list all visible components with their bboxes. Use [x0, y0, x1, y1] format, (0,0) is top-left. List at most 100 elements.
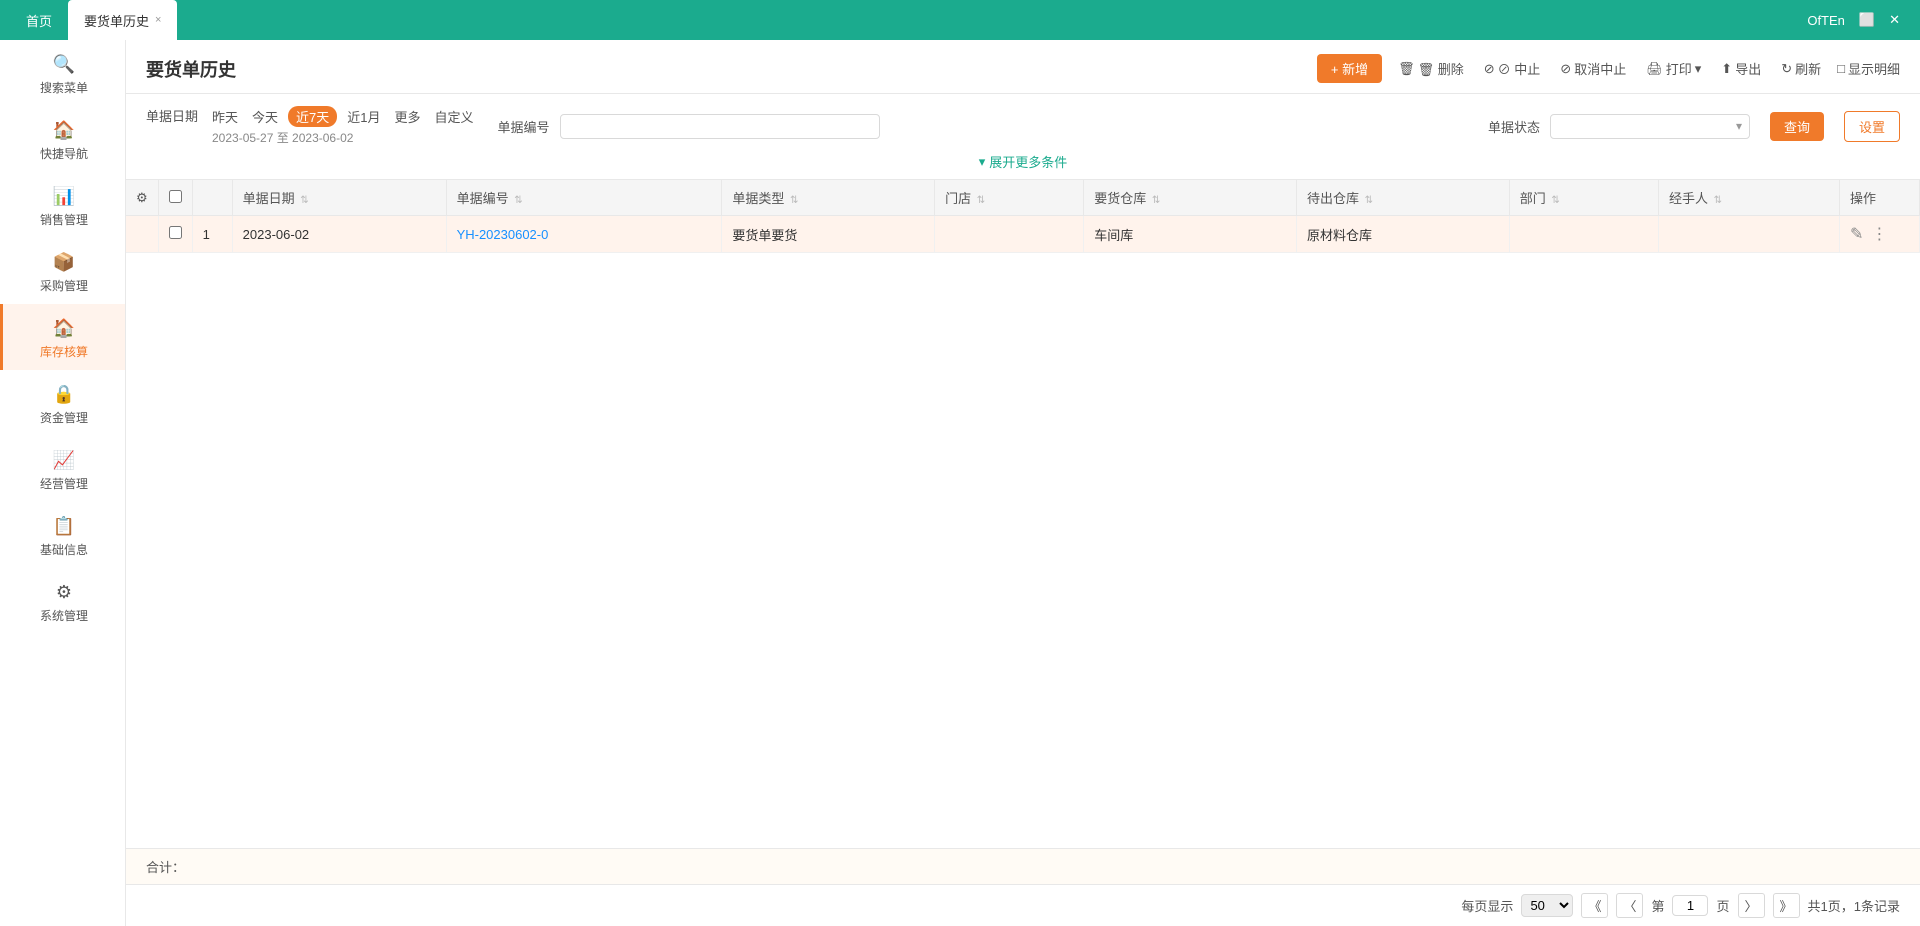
page-size-select[interactable]: 10 20 50 100	[1521, 894, 1573, 917]
display-cell-button[interactable]: □ 显示明细	[1837, 59, 1900, 78]
row-department	[1509, 216, 1658, 253]
col-doc-no: 单据编号 ⇅	[446, 180, 722, 216]
row-doc-type: 要货单要货	[722, 216, 935, 253]
sidebar-item-asset-mgmt[interactable]: 🔒 资金管理	[0, 370, 125, 436]
col-department-sort[interactable]: ⇅	[1551, 195, 1559, 206]
query-button[interactable]: 查询	[1770, 112, 1824, 141]
quick-nav-icon: 🏠	[53, 120, 75, 141]
sidebar-item-inventory-calc-label: 库存核算	[40, 343, 88, 360]
table-settings-icon[interactable]: ⚙	[136, 190, 148, 205]
sidebar: 🔍 搜索菜单 🏠 快捷导航 📊 销售管理 📦 采购管理 🏠 库存核算 🔒 资金管…	[0, 40, 126, 926]
delete-button[interactable]: 🗑 🗑 删除	[1394, 57, 1468, 80]
col-pending-warehouse-sort[interactable]: ⇅	[1365, 195, 1373, 206]
col-store-sort[interactable]: ⇅	[977, 195, 985, 206]
delete-label: 🗑 删除	[1418, 59, 1464, 78]
sidebar-item-search-menu[interactable]: 🔍 搜索菜单	[0, 40, 125, 106]
col-doc-no-sort[interactable]: ⇅	[514, 195, 522, 206]
refresh-button[interactable]: ↻ 刷新	[1777, 57, 1825, 80]
settings-button[interactable]: 设置	[1844, 111, 1900, 142]
next-page-button[interactable]: 〉	[1738, 893, 1765, 918]
stop-icon: ⊘	[1484, 61, 1495, 77]
tab-requisition-history-label: 要货单历史	[84, 11, 149, 30]
refresh-label: 刷新	[1795, 59, 1821, 78]
row-seq: 1	[192, 216, 232, 253]
sidebar-item-ops-mgmt[interactable]: 📈 经营管理	[0, 436, 125, 502]
date-opt-custom[interactable]: 自定义	[431, 106, 478, 127]
col-doc-type-sort[interactable]: ⇅	[790, 195, 798, 206]
col-handler-label: 经手人	[1669, 191, 1708, 206]
doc-status-select[interactable]	[1550, 114, 1750, 139]
col-seq	[192, 180, 232, 216]
doc-status-label: 单据状态	[1488, 117, 1544, 136]
row-handler	[1658, 216, 1839, 253]
col-doc-date-sort[interactable]: ⇅	[300, 195, 308, 206]
print-label: 打印	[1666, 59, 1692, 78]
prev-page-button[interactable]: 〈	[1616, 893, 1643, 918]
page-suffix-label: 页	[1716, 896, 1729, 915]
col-req-warehouse-label: 要货仓库	[1094, 191, 1146, 206]
cancel-stop-button[interactable]: ⊘ 取消中止	[1556, 57, 1630, 80]
expand-more-button[interactable]: ▾ 展开更多条件	[146, 152, 1900, 171]
row-pending-warehouse: 原材料仓库	[1297, 216, 1510, 253]
table-row: 1 2023-06-02 YH-20230602-0 要货单要货 车间库 原材料…	[126, 216, 1920, 253]
date-opt-today[interactable]: 今天	[248, 106, 282, 127]
sidebar-item-sales-mgmt[interactable]: 📊 销售管理	[0, 172, 125, 238]
print-button[interactable]: 🖨 打印 ▾	[1642, 57, 1705, 80]
cancel-stop-icon: ⊘	[1560, 61, 1571, 77]
row-checkbox[interactable]	[169, 226, 182, 239]
date-opt-7days[interactable]: 近7天	[288, 106, 337, 127]
row-more-icon[interactable]: ⋮	[1871, 224, 1887, 244]
page-header: 要货单历史 + 新增 🗑 🗑 删除 ⊘ ⊘ 中止 ⊘ 取消中止 🖨 打印	[126, 40, 1920, 94]
col-store-label: 门店	[945, 191, 971, 206]
sidebar-item-quick-nav[interactable]: 🏠 快捷导航	[0, 106, 125, 172]
display-cell-label: 显示明细	[1848, 59, 1900, 78]
col-handler-sort[interactable]: ⇅	[1714, 195, 1722, 206]
sidebar-item-sys-mgmt[interactable]: ⚙ 系统管理	[0, 568, 125, 634]
new-button[interactable]: + 新增	[1317, 54, 1382, 83]
col-doc-date-label: 单据日期	[243, 191, 295, 206]
often-label[interactable]: OfTEn	[1807, 13, 1845, 28]
table-header-row: ⚙ 单据日期 ⇅ 单据编号 ⇅	[126, 180, 1920, 216]
table-area: ⚙ 单据日期 ⇅ 单据编号 ⇅	[126, 180, 1920, 848]
doc-no-input[interactable]	[560, 114, 880, 139]
sidebar-item-search-menu-label: 搜索菜单	[40, 79, 88, 96]
export-button[interactable]: ⬆ 导出	[1717, 57, 1765, 80]
last-page-button[interactable]: 》	[1773, 893, 1800, 918]
tab-home[interactable]: 首页	[10, 0, 68, 40]
sidebar-item-purchase-mgmt-label: 采购管理	[40, 277, 88, 294]
sidebar-item-sys-mgmt-label: 系统管理	[40, 607, 88, 624]
date-opt-more[interactable]: 更多	[391, 106, 425, 127]
sys-mgmt-icon: ⚙	[56, 582, 72, 603]
col-doc-type-label: 单据类型	[732, 191, 784, 206]
sidebar-item-base-info[interactable]: 📋 基础信息	[0, 502, 125, 568]
col-pending-warehouse-label: 待出仓库	[1307, 191, 1359, 206]
date-filter-label: 单据日期	[146, 106, 202, 125]
inventory-calc-icon: 🏠	[53, 318, 75, 339]
first-page-button[interactable]: 《	[1581, 893, 1608, 918]
print-chevron-icon: ▾	[1695, 61, 1702, 77]
row-edit-icon[interactable]: ✎	[1850, 224, 1863, 244]
select-all-checkbox[interactable]	[169, 190, 182, 203]
tab-requisition-history[interactable]: 要货单历史 ×	[68, 0, 177, 40]
tab-requisition-history-close[interactable]: ×	[155, 14, 161, 26]
page-title: 要货单历史	[146, 56, 236, 82]
sidebar-item-sales-mgmt-label: 销售管理	[40, 211, 88, 228]
date-opt-1month[interactable]: 近1月	[343, 106, 384, 127]
close-window-icon[interactable]: ✕	[1889, 12, 1900, 28]
print-icon: 🖨	[1646, 61, 1663, 77]
expand-more-icon: ▾	[979, 154, 986, 170]
sidebar-item-inventory-calc[interactable]: 🏠 库存核算	[0, 304, 125, 370]
summary-label: 合计：	[146, 860, 185, 875]
date-opt-yesterday[interactable]: 昨天	[208, 106, 242, 127]
row-doc-no-link[interactable]: YH-20230602-0	[457, 227, 549, 242]
sidebar-item-purchase-mgmt[interactable]: 📦 采购管理	[0, 238, 125, 304]
maximize-icon[interactable]: ⬜	[1859, 12, 1875, 28]
col-req-warehouse-sort[interactable]: ⇅	[1152, 195, 1160, 206]
col-store: 门店 ⇅	[935, 180, 1084, 216]
filter-row-1: 单据日期 昨天 今天 近7天 近1月 更多 自定义 2023-05-27 至 2…	[146, 106, 1900, 146]
base-info-icon: 📋	[53, 516, 75, 537]
stop-button[interactable]: ⊘ ⊘ 中止	[1480, 57, 1545, 80]
col-doc-date: 单据日期 ⇅	[232, 180, 446, 216]
page-number-input[interactable]	[1672, 895, 1708, 916]
sidebar-item-quick-nav-label: 快捷导航	[40, 145, 88, 162]
